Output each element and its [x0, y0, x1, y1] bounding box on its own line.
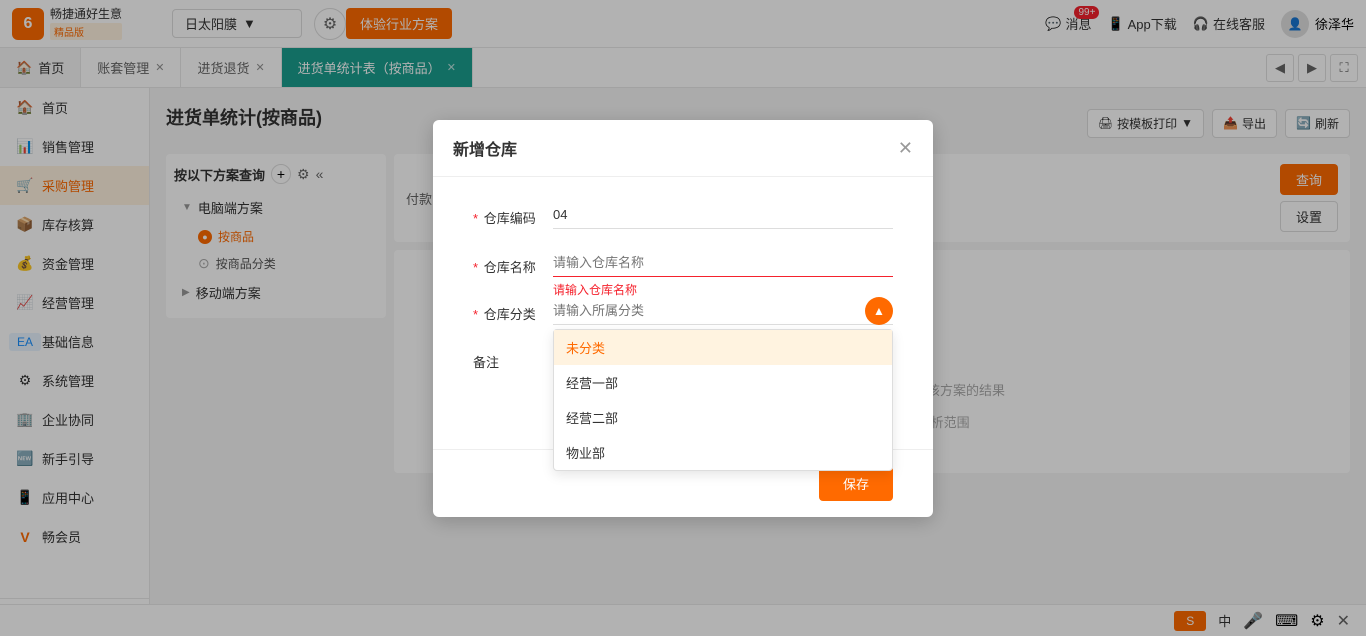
category-field-label: * 仓库分类 [473, 297, 553, 323]
warehouse-category-input[interactable] [553, 297, 893, 325]
note-field-label: 备注 [473, 345, 553, 371]
category-field-row: * 仓库分类 ▲ 未分类 经营一部 经营二部 物业部 [473, 297, 893, 325]
name-field-row: * 仓库名称 请输入仓库名称 [473, 249, 893, 277]
category-dropdown-list: 未分类 经营一部 经营二部 物业部 [553, 329, 893, 471]
required-star-category: * [473, 307, 478, 322]
name-field-label: * 仓库名称 [473, 250, 553, 276]
required-star-name: * [473, 260, 478, 275]
dropdown-option-property[interactable]: 物业部 [554, 435, 892, 470]
add-warehouse-modal: 新增仓库 ✕ * 仓库编码 * 仓库名称 [433, 120, 933, 517]
modal-overlay: 新增仓库 ✕ * 仓库编码 * 仓库名称 [0, 0, 1366, 636]
dropdown-option-ops1[interactable]: 经营一部 [554, 365, 892, 400]
save-button[interactable]: 保存 [819, 466, 893, 501]
required-star-code: * [473, 211, 478, 226]
category-input-wrap: ▲ 未分类 经营一部 经营二部 物业部 [553, 297, 893, 325]
code-field-row: * 仓库编码 [473, 201, 893, 229]
code-field-label: * 仓库编码 [473, 201, 553, 227]
category-dropdown-toggle[interactable]: ▲ [865, 297, 893, 325]
modal-body: * 仓库编码 * 仓库名称 请输入仓库名称 * [433, 177, 933, 449]
warehouse-code-input[interactable] [553, 201, 893, 229]
dropdown-option-uncategorized[interactable]: 未分类 [554, 330, 892, 365]
name-error-message: 请输入仓库名称 [553, 281, 637, 298]
modal-header: 新增仓库 ✕ [433, 120, 933, 177]
warehouse-name-input[interactable] [553, 249, 893, 277]
modal-close-button[interactable]: ✕ [898, 139, 913, 157]
dropdown-option-ops2[interactable]: 经营二部 [554, 400, 892, 435]
modal-title: 新增仓库 [453, 136, 517, 160]
